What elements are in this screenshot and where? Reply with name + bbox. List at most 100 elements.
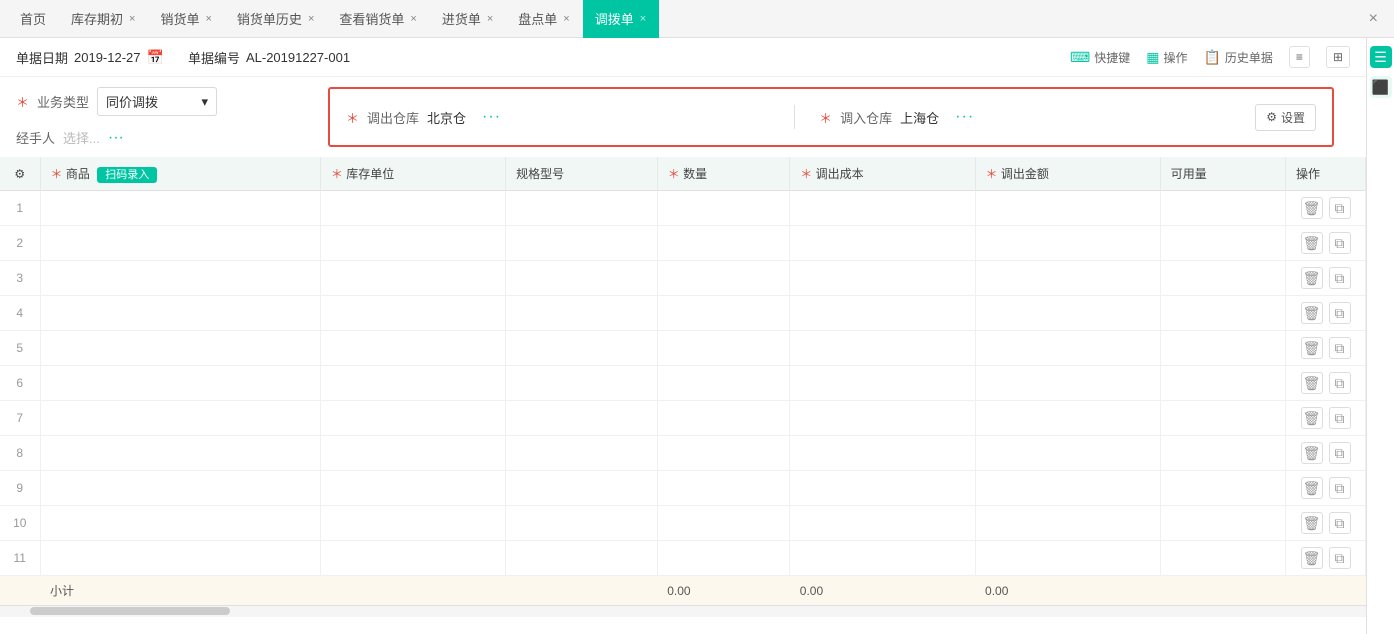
- delete-row-btn-5[interactable]: 🗑: [1301, 337, 1323, 359]
- sidebar-external-icon[interactable]: ⬛: [1370, 76, 1392, 98]
- row-amount-6[interactable]: [975, 366, 1160, 401]
- row-available-2[interactable]: [1160, 226, 1285, 261]
- tab-close-purchase[interactable]: ×: [487, 13, 493, 25]
- row-unit-9[interactable]: [320, 471, 505, 506]
- delete-row-btn-6[interactable]: 🗑: [1301, 372, 1323, 394]
- row-cost-2[interactable]: [790, 226, 975, 261]
- tab-close-transfer[interactable]: ×: [640, 13, 646, 25]
- tab-close-sales-history[interactable]: ×: [308, 13, 314, 25]
- row-spec-5[interactable]: [506, 331, 658, 366]
- row-unit-4[interactable]: [320, 296, 505, 331]
- sidebar-list-icon[interactable]: ☰: [1370, 46, 1392, 68]
- row-product-2[interactable]: [40, 226, 320, 261]
- row-unit-6[interactable]: [320, 366, 505, 401]
- copy-row-btn-6[interactable]: ⧉: [1329, 372, 1351, 394]
- tab-home[interactable]: 首页: [8, 0, 59, 38]
- row-unit-1[interactable]: [320, 191, 505, 226]
- grid-toggle-action[interactable]: ⊞: [1326, 46, 1350, 68]
- window-close-button[interactable]: ×: [1361, 10, 1386, 28]
- row-qty-3[interactable]: [657, 261, 790, 296]
- row-amount-10[interactable]: [975, 506, 1160, 541]
- person-more-btn[interactable]: ···: [108, 129, 124, 147]
- row-qty-8[interactable]: [657, 436, 790, 471]
- row-available-4[interactable]: [1160, 296, 1285, 331]
- delete-row-btn-11[interactable]: 🗑: [1301, 547, 1323, 569]
- tab-close-stock-init[interactable]: ×: [129, 13, 135, 25]
- tab-close-stocktake[interactable]: ×: [563, 13, 569, 25]
- row-amount-1[interactable]: [975, 191, 1160, 226]
- row-unit-11[interactable]: [320, 541, 505, 576]
- row-available-3[interactable]: [1160, 261, 1285, 296]
- row-available-7[interactable]: [1160, 401, 1285, 436]
- row-cost-9[interactable]: [790, 471, 975, 506]
- copy-row-btn-5[interactable]: ⧉: [1329, 337, 1351, 359]
- row-product-3[interactable]: [40, 261, 320, 296]
- row-cost-5[interactable]: [790, 331, 975, 366]
- copy-row-btn-7[interactable]: ⧉: [1329, 407, 1351, 429]
- shortcuts-action[interactable]: ⌨ 快捷键: [1070, 49, 1130, 66]
- tab-sales-order[interactable]: 销货单 ×: [148, 0, 224, 38]
- row-available-6[interactable]: [1160, 366, 1285, 401]
- delete-row-btn-4[interactable]: 🗑: [1301, 302, 1323, 324]
- calendar-icon[interactable]: 📅: [147, 49, 164, 66]
- row-qty-9[interactable]: [657, 471, 790, 506]
- delete-row-btn-7[interactable]: 🗑: [1301, 407, 1323, 429]
- row-available-10[interactable]: [1160, 506, 1285, 541]
- tab-stock-init[interactable]: 库存期初 ×: [59, 0, 148, 38]
- row-amount-4[interactable]: [975, 296, 1160, 331]
- tab-close-view-sales[interactable]: ×: [410, 13, 416, 25]
- tab-stocktake[interactable]: 盘点单 ×: [506, 0, 582, 38]
- tab-purchase[interactable]: 进货单 ×: [430, 0, 506, 38]
- row-available-1[interactable]: [1160, 191, 1285, 226]
- operations-action[interactable]: ▦ 操作: [1146, 49, 1187, 66]
- row-spec-10[interactable]: [506, 506, 658, 541]
- row-available-9[interactable]: [1160, 471, 1285, 506]
- in-warehouse-more-btn[interactable]: ···: [955, 108, 974, 126]
- horizontal-scrollbar[interactable]: [0, 605, 1366, 617]
- row-available-11[interactable]: [1160, 541, 1285, 576]
- tab-view-sales[interactable]: 查看销货单 ×: [327, 0, 429, 38]
- copy-row-btn-10[interactable]: ⧉: [1329, 512, 1351, 534]
- copy-row-btn-2[interactable]: ⧉: [1329, 232, 1351, 254]
- history-action[interactable]: 📋 历史单据: [1203, 49, 1272, 66]
- row-product-9[interactable]: [40, 471, 320, 506]
- row-amount-7[interactable]: [975, 401, 1160, 436]
- settings-button[interactable]: ⚙ 设置: [1255, 104, 1316, 131]
- row-spec-1[interactable]: [506, 191, 658, 226]
- row-spec-4[interactable]: [506, 296, 658, 331]
- row-qty-10[interactable]: [657, 506, 790, 541]
- row-unit-8[interactable]: [320, 436, 505, 471]
- row-spec-2[interactable]: [506, 226, 658, 261]
- row-amount-8[interactable]: [975, 436, 1160, 471]
- copy-row-btn-9[interactable]: ⧉: [1329, 477, 1351, 499]
- tab-sales-history[interactable]: 销货单历史 ×: [225, 0, 327, 38]
- row-spec-8[interactable]: [506, 436, 658, 471]
- row-product-1[interactable]: [40, 191, 320, 226]
- scan-button[interactable]: 扫码录入: [97, 167, 157, 183]
- row-spec-11[interactable]: [506, 541, 658, 576]
- row-cost-1[interactable]: [790, 191, 975, 226]
- copy-row-btn-11[interactable]: ⧉: [1329, 547, 1351, 569]
- copy-row-btn-8[interactable]: ⧉: [1329, 442, 1351, 464]
- row-product-6[interactable]: [40, 366, 320, 401]
- biz-type-select[interactable]: 同价调拨 ▾: [97, 87, 217, 116]
- delete-row-btn-1[interactable]: 🗑: [1301, 197, 1323, 219]
- row-unit-7[interactable]: [320, 401, 505, 436]
- row-qty-6[interactable]: [657, 366, 790, 401]
- row-spec-6[interactable]: [506, 366, 658, 401]
- row-qty-7[interactable]: [657, 401, 790, 436]
- row-cost-4[interactable]: [790, 296, 975, 331]
- row-qty-4[interactable]: [657, 296, 790, 331]
- tab-close-sales-order[interactable]: ×: [205, 13, 211, 25]
- row-unit-2[interactable]: [320, 226, 505, 261]
- row-qty-5[interactable]: [657, 331, 790, 366]
- row-spec-9[interactable]: [506, 471, 658, 506]
- row-qty-11[interactable]: [657, 541, 790, 576]
- row-unit-5[interactable]: [320, 331, 505, 366]
- copy-row-btn-1[interactable]: ⧉: [1329, 197, 1351, 219]
- row-amount-9[interactable]: [975, 471, 1160, 506]
- delete-row-btn-3[interactable]: 🗑: [1301, 267, 1323, 289]
- scroll-thumb[interactable]: [30, 607, 230, 615]
- row-product-4[interactable]: [40, 296, 320, 331]
- view-toggle-action[interactable]: ≡: [1289, 46, 1310, 68]
